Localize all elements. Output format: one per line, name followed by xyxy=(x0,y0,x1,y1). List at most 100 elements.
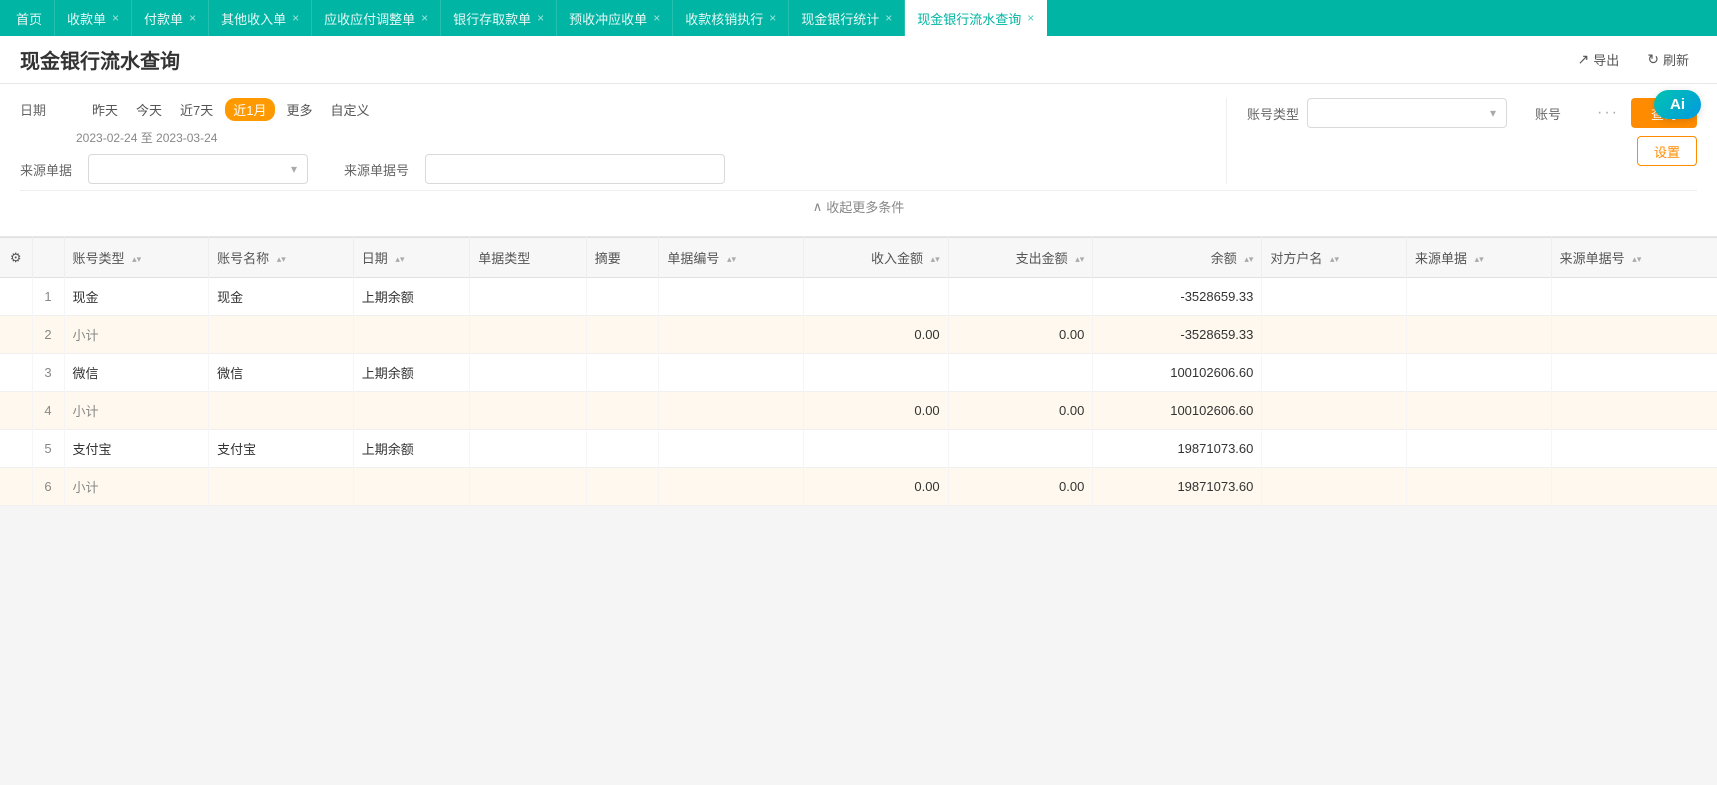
sort-icon-source-doc: ▴▾ xyxy=(1475,255,1484,264)
td-source-doc xyxy=(1407,430,1552,468)
td-account-name: 现金 xyxy=(209,278,354,316)
td-source-doc xyxy=(1407,316,1552,354)
td-summary xyxy=(586,430,659,468)
td-expense: 0.00 xyxy=(948,468,1093,506)
th-income[interactable]: 收入金额 ▴▾ xyxy=(804,238,949,278)
nav-tab-bank-deposit[interactable]: 银行存取款单 × xyxy=(441,0,557,36)
ai-badge[interactable]: Ai xyxy=(1654,90,1701,119)
shortcut-today[interactable]: 今天 xyxy=(130,98,168,121)
close-icon[interactable]: × xyxy=(769,11,776,25)
account-more-icon[interactable]: ··· xyxy=(1593,104,1623,122)
source-doc-label: 来源单据 xyxy=(20,160,72,179)
close-icon[interactable]: × xyxy=(653,11,660,25)
table-header-row: ⚙ 账号类型 ▴▾ 账号名称 ▴▾ 日期 ▴▾ 单据类型 摘要 单据编号 xyxy=(0,238,1717,278)
nav-tab-cash-bank-flow[interactable]: 现金银行流水查询 × xyxy=(905,0,1047,36)
close-icon[interactable]: × xyxy=(1027,11,1034,25)
close-icon[interactable]: × xyxy=(885,11,892,25)
td-counterpart xyxy=(1262,468,1407,506)
close-icon[interactable]: × xyxy=(421,11,428,25)
td-date: 上期余额 xyxy=(353,430,470,468)
th-counterpart[interactable]: 对方户名 ▴▾ xyxy=(1262,238,1407,278)
collapse-button[interactable]: ∧ 收起更多条件 xyxy=(20,190,1697,222)
td-balance: 19871073.60 xyxy=(1093,468,1262,506)
td-doc-num xyxy=(659,316,804,354)
chevron-down-icon-2: ▾ xyxy=(1490,106,1496,120)
page-header: 现金银行流水查询 ↗ 导出 ↻ 刷新 xyxy=(0,36,1717,84)
td-summary xyxy=(586,392,659,430)
export-icon: ↗ xyxy=(1578,51,1590,68)
td-doc-num xyxy=(659,430,804,468)
td-balance: -3528659.33 xyxy=(1093,316,1262,354)
top-nav: 首页 收款单 × 付款单 × 其他收入单 × 应收应付调整单 × 银行存取款单 … xyxy=(0,0,1717,36)
td-account-name: 支付宝 xyxy=(209,430,354,468)
table-row: 6 小计 0.00 0.00 19871073.60 xyxy=(0,468,1717,506)
nav-tab-ar-adjust[interactable]: 应收应付调整单 × xyxy=(312,0,441,36)
table-row: 4 小计 0.00 0.00 100102606.60 xyxy=(0,392,1717,430)
source-doc-select[interactable]: ▾ xyxy=(88,154,308,184)
td-source-doc-num xyxy=(1551,430,1717,468)
th-balance[interactable]: 余额 ▴▾ xyxy=(1093,238,1262,278)
close-icon[interactable]: × xyxy=(292,11,299,25)
td-date xyxy=(353,468,470,506)
td-source-doc xyxy=(1407,354,1552,392)
th-expense[interactable]: 支出金额 ▴▾ xyxy=(948,238,1093,278)
sort-icon-date: ▴▾ xyxy=(395,255,404,264)
td-doc-num xyxy=(659,278,804,316)
td-account-name xyxy=(209,468,354,506)
th-account-name[interactable]: 账号名称 ▴▾ xyxy=(209,238,354,278)
td-settings xyxy=(0,278,32,316)
td-counterpart xyxy=(1262,354,1407,392)
shortcut-yesterday[interactable]: 昨天 xyxy=(86,98,124,121)
th-source-doc-num[interactable]: 来源单据号 ▴▾ xyxy=(1551,238,1717,278)
sort-icon-counterpart: ▴▾ xyxy=(1330,255,1339,264)
shortcut-more[interactable]: 更多 xyxy=(281,98,319,121)
td-doc-type xyxy=(470,430,587,468)
nav-tab-payment[interactable]: 付款单 × xyxy=(132,0,209,36)
export-button[interactable]: ↗ 导出 xyxy=(1570,46,1628,73)
td-settings xyxy=(0,430,32,468)
td-source-doc-num xyxy=(1551,392,1717,430)
td-date: 上期余额 xyxy=(353,354,470,392)
filter-area: 日期 昨天 今天 近7天 近1月 更多 自定义 2023-02-24 至 202… xyxy=(0,84,1717,237)
close-icon[interactable]: × xyxy=(189,11,196,25)
th-date[interactable]: 日期 ▴▾ xyxy=(353,238,470,278)
shortcut-custom[interactable]: 自定义 xyxy=(325,98,376,121)
th-account-type[interactable]: 账号类型 ▴▾ xyxy=(64,238,209,278)
td-summary xyxy=(586,468,659,506)
td-summary xyxy=(586,316,659,354)
td-date xyxy=(353,316,470,354)
td-date: 上期余额 xyxy=(353,278,470,316)
th-source-doc[interactable]: 来源单据 ▴▾ xyxy=(1407,238,1552,278)
td-income xyxy=(804,278,949,316)
td-account-name xyxy=(209,316,354,354)
close-icon[interactable]: × xyxy=(112,11,119,25)
shortcut-1month[interactable]: 近1月 xyxy=(225,98,274,121)
nav-tab-receipt[interactable]: 收款单 × xyxy=(55,0,132,36)
source-doc-num-input[interactable] xyxy=(425,154,725,184)
td-account-type: 小计 xyxy=(64,316,209,354)
td-income: 0.00 xyxy=(804,316,949,354)
header-actions: ↗ 导出 ↻ 刷新 xyxy=(1570,46,1698,73)
refresh-button[interactable]: ↻ 刷新 xyxy=(1639,46,1697,73)
nav-tab-other-income[interactable]: 其他收入单 × xyxy=(209,0,312,36)
td-doc-num xyxy=(659,468,804,506)
td-counterpart xyxy=(1262,316,1407,354)
nav-tab-advance-offset[interactable]: 预收冲应收单 × xyxy=(557,0,673,36)
td-source-doc-num xyxy=(1551,468,1717,506)
td-expense xyxy=(948,278,1093,316)
settings-button[interactable]: 设置 xyxy=(1637,136,1697,166)
td-balance: 19871073.60 xyxy=(1093,430,1262,468)
td-counterpart xyxy=(1262,278,1407,316)
td-account-type: 小计 xyxy=(64,468,209,506)
td-expense: 0.00 xyxy=(948,392,1093,430)
account-type-select[interactable]: ▾ xyxy=(1307,98,1507,128)
nav-tab-home[interactable]: 首页 xyxy=(4,0,55,36)
close-icon[interactable]: × xyxy=(537,11,544,25)
td-doc-type xyxy=(470,392,587,430)
th-doc-num[interactable]: 单据编号 ▴▾ xyxy=(659,238,804,278)
th-settings[interactable]: ⚙ xyxy=(0,238,32,278)
td-balance: 100102606.60 xyxy=(1093,392,1262,430)
shortcut-7days[interactable]: 近7天 xyxy=(174,98,219,121)
nav-tab-collect-exec[interactable]: 收款核销执行 × xyxy=(673,0,789,36)
nav-tab-cash-bank-stat[interactable]: 现金银行统计 × xyxy=(789,0,905,36)
